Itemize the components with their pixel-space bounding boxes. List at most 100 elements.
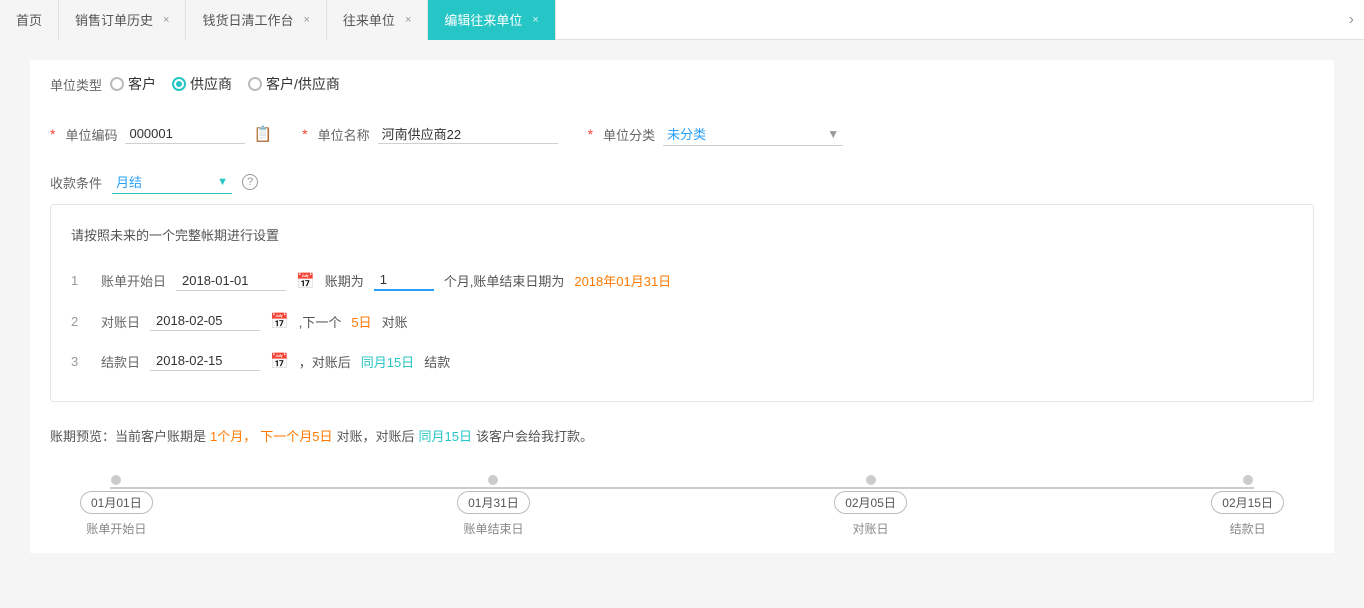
settlement-label: 结款日 bbox=[101, 352, 140, 371]
preview-settlement-day: 同月15日 bbox=[419, 426, 472, 445]
timeline-label-1: 账单开始日 bbox=[86, 520, 146, 537]
timeline-dot-3 bbox=[866, 475, 876, 485]
unit-category-field: * 单位分类 未分类 ▼ bbox=[588, 122, 843, 146]
reconcile-date-input[interactable] bbox=[150, 311, 260, 331]
radio-customer[interactable]: 客户 bbox=[110, 74, 156, 94]
preview-end: 该客户会给我打款。 bbox=[476, 426, 593, 445]
unit-code-input[interactable]: 000001 bbox=[125, 124, 245, 144]
unit-name-label: 单位名称 bbox=[318, 125, 370, 144]
unit-code-label: 单位编码 bbox=[65, 125, 117, 144]
box-title: 请按照未来的一个完整帐期进行设置 bbox=[71, 225, 1293, 244]
unit-category-select[interactable]: 未分类 ▼ bbox=[663, 122, 843, 146]
tab-cashflow[interactable]: 钱货日清工作台 × bbox=[186, 0, 326, 40]
help-icon[interactable]: ? bbox=[242, 174, 258, 190]
unit-category-label: 单位分类 bbox=[603, 125, 655, 144]
timeline-section: 01月01日 账单开始日 01月31日 账单结束日 02月05日 对账日 02月… bbox=[30, 459, 1334, 553]
timeline-line bbox=[110, 487, 1254, 489]
tab-partner-label: 往来单位 bbox=[343, 10, 395, 29]
tab-partner-close[interactable]: × bbox=[405, 14, 411, 26]
start-date-input[interactable] bbox=[176, 271, 286, 291]
row-num-3: 3 bbox=[71, 354, 91, 369]
unit-type-label: 单位类型 bbox=[50, 75, 102, 94]
start-date-calendar-icon[interactable]: 📅 bbox=[296, 272, 315, 290]
timeline-dot-4 bbox=[1243, 475, 1253, 485]
unit-name-required: * bbox=[302, 126, 307, 142]
preview-reconcile-day: 下一个月5日 bbox=[260, 426, 332, 445]
period-input[interactable] bbox=[374, 270, 434, 291]
unit-code-field: * 单位编码 000001 📋 bbox=[50, 124, 272, 144]
settlement-calendar-icon[interactable]: 📅 bbox=[270, 352, 289, 370]
unit-code-required: * bbox=[50, 126, 55, 142]
tab-home-label: 首页 bbox=[16, 10, 42, 29]
payment-condition-select[interactable]: 月结 ▼ bbox=[112, 170, 232, 194]
tab-sales-history-close[interactable]: × bbox=[163, 14, 169, 26]
payment-condition-label: 收款条件 bbox=[50, 173, 102, 192]
tab-edit-partner-close[interactable]: × bbox=[532, 14, 538, 26]
timeline-badge-4: 02月15日 bbox=[1211, 491, 1284, 514]
setting-row-1: 1 账单开始日 📅 账期为 个月,账单结束日期为 2018年01月31日 bbox=[71, 260, 1293, 301]
form-section: 单位类型 客户 供应商 客户/供应商 bbox=[30, 60, 1334, 553]
tab-edit-partner[interactable]: 编辑往来单位 × bbox=[428, 0, 555, 40]
reconcile-prefix: ,下一个 bbox=[299, 312, 342, 331]
tabs-overflow-button[interactable]: › bbox=[1339, 11, 1364, 29]
reconcile-day: 5日 bbox=[351, 312, 371, 331]
settlement-day: 同月15日 bbox=[361, 352, 414, 371]
timeline-dot-1 bbox=[111, 475, 121, 485]
timeline-badge-2: 01月31日 bbox=[457, 491, 530, 514]
timeline-badge-1: 01月01日 bbox=[80, 491, 153, 514]
start-date-label: 账单开始日 bbox=[101, 271, 166, 290]
tabs-bar: 首页 销售订单历史 × 钱货日清工作台 × 往来单位 × 编辑往来单位 × › bbox=[0, 0, 1364, 40]
tab-cashflow-label: 钱货日清工作台 bbox=[202, 10, 293, 29]
timeline-point-1: 01月01日 账单开始日 bbox=[80, 475, 153, 537]
settlement-date-input[interactable] bbox=[150, 351, 260, 371]
timeline-label-4: 结款日 bbox=[1230, 520, 1266, 537]
payment-condition-row: 收款条件 月结 ▼ ? bbox=[30, 160, 1334, 204]
unit-category-required: * bbox=[588, 126, 593, 142]
radio-supplier-circle bbox=[172, 77, 186, 91]
setting-row-3: 3 结款日 📅 ，对账后 同月15日 结款 bbox=[71, 341, 1293, 381]
tab-partner[interactable]: 往来单位 × bbox=[327, 0, 428, 40]
radio-group: 客户 供应商 客户/供应商 bbox=[110, 74, 340, 94]
radio-customer-label: 客户 bbox=[128, 74, 156, 94]
period-prefix: 账期为 bbox=[325, 271, 364, 290]
tab-sales-history[interactable]: 销售订单历史 × bbox=[59, 0, 186, 40]
period-suffix: 个月,账单结束日期为 bbox=[444, 271, 565, 290]
setting-row-2: 2 对账日 📅 ,下一个 5日 对账 bbox=[71, 301, 1293, 341]
copy-icon[interactable]: 📋 bbox=[253, 125, 272, 143]
preview-period: 1个月， bbox=[210, 426, 256, 445]
preview-label: 账期预览：当前客户账期是 bbox=[50, 426, 206, 445]
payment-condition-arrow: ▼ bbox=[217, 176, 228, 188]
radio-supplier-label: 供应商 bbox=[190, 74, 232, 94]
settlement-suffix: 结款 bbox=[424, 352, 450, 371]
timeline-badge-3: 02月05日 bbox=[834, 491, 907, 514]
unit-type-row: 单位类型 客户 供应商 客户/供应商 bbox=[30, 60, 1334, 108]
radio-customer-circle bbox=[110, 77, 124, 91]
unit-name-input[interactable]: 河南供应商22 bbox=[378, 124, 558, 144]
payment-condition-value: 月结 bbox=[116, 172, 142, 191]
tab-cashflow-close[interactable]: × bbox=[303, 14, 309, 26]
unit-type-field: 单位类型 客户 供应商 客户/供应商 bbox=[50, 74, 340, 94]
preview-row: 账期预览：当前客户账期是 1个月， 下一个月5日 对账，对账后 同月15日 该客… bbox=[30, 412, 1334, 459]
radio-both-label: 客户/供应商 bbox=[266, 74, 340, 94]
timeline-point-2: 01月31日 账单结束日 bbox=[457, 475, 530, 537]
timeline-label-3: 对账日 bbox=[853, 520, 889, 537]
radio-supplier[interactable]: 供应商 bbox=[172, 74, 232, 94]
timeline-dot-2 bbox=[488, 475, 498, 485]
settings-content-box: 请按照未来的一个完整帐期进行设置 1 账单开始日 📅 账期为 个月,账单结束日期… bbox=[50, 204, 1314, 402]
row-num-1: 1 bbox=[71, 273, 91, 288]
preview-middle: 对账，对账后 bbox=[336, 426, 414, 445]
reconcile-suffix: 对账 bbox=[382, 312, 408, 331]
period-end-date: 2018年01月31日 bbox=[574, 271, 671, 290]
reconcile-calendar-icon[interactable]: 📅 bbox=[270, 312, 289, 330]
unit-category-arrow: ▼ bbox=[827, 127, 839, 141]
timeline-point-4: 02月15日 结款日 bbox=[1211, 475, 1284, 537]
main-content: 单位类型 客户 供应商 客户/供应商 bbox=[0, 40, 1364, 608]
reconcile-label: 对账日 bbox=[101, 312, 140, 331]
radio-both-circle bbox=[248, 77, 262, 91]
tab-home[interactable]: 首页 bbox=[0, 0, 59, 40]
tab-edit-partner-label: 编辑往来单位 bbox=[444, 10, 522, 29]
settlement-prefix: ，对账后 bbox=[299, 352, 351, 371]
timeline-label-2: 账单结束日 bbox=[463, 520, 523, 537]
radio-both[interactable]: 客户/供应商 bbox=[248, 74, 340, 94]
unit-category-value: 未分类 bbox=[667, 124, 706, 143]
